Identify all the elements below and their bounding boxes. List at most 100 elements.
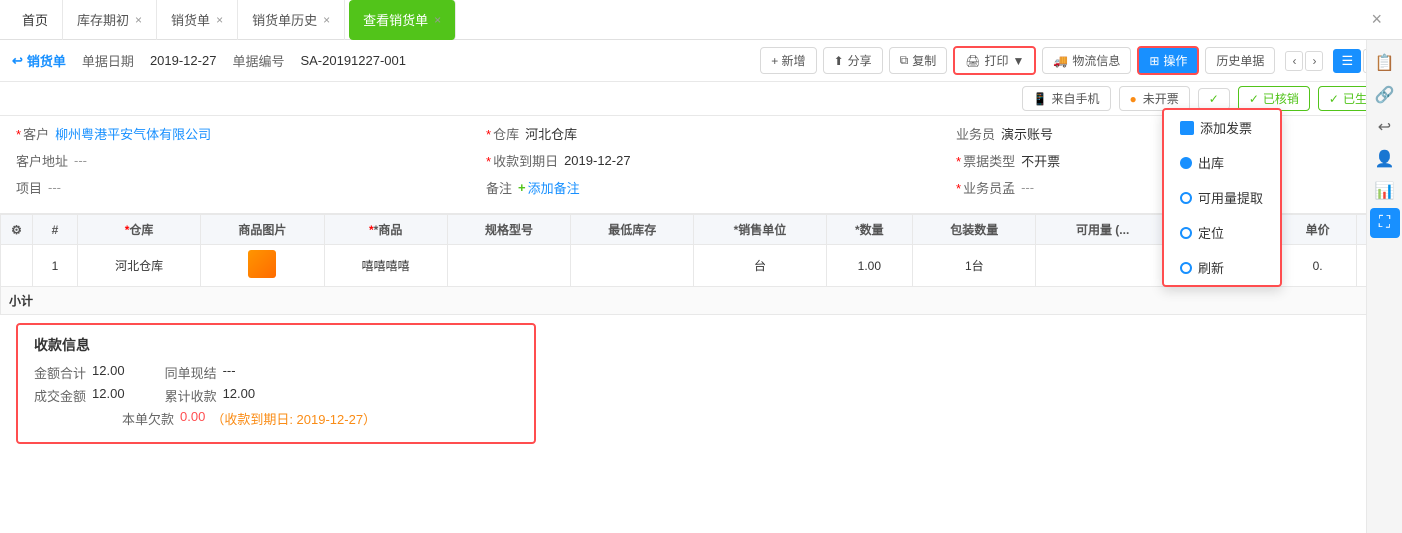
next-record-button[interactable]: › (1305, 51, 1323, 71)
col-warehouse: 仓库 (77, 215, 200, 245)
list-view-button[interactable]: ☰ (1333, 49, 1361, 73)
approved-icon: ✓ (1249, 92, 1259, 106)
payment-info-box: 收款信息 金额合计 12.00 同单现结 --- 成交金额 12.00 累计收款 (16, 323, 536, 444)
tab-bar: 首页 库存期初 × 销货单 × 销货单历史 × 查看销货单 × × (0, 0, 1402, 40)
print-icon: 🖨 (965, 54, 980, 68)
customer-label: 客户 (16, 124, 49, 143)
transaction-amount-label: 成交金额 (34, 386, 86, 405)
from-phone-button[interactable]: 📱 来自手机 (1022, 86, 1111, 111)
staff-label: 业务员 (956, 124, 995, 143)
history-records-button[interactable]: 历史单据 (1205, 47, 1275, 74)
address-field-group: 客户地址 --- (16, 151, 446, 170)
col-spec: 规格型号 (447, 215, 570, 245)
tab-sales-order[interactable]: 销货单 × (157, 0, 238, 40)
current-balance-item: 本单欠款 0.00 （收款到期日: 2019-12-27） (122, 409, 376, 428)
row-pack-qty-cell: 1台 (913, 245, 1036, 287)
add-invoice-icon (1180, 121, 1194, 135)
effective-icon: ✓ (1329, 92, 1339, 106)
subtotal-row: 小计 (1, 287, 1402, 315)
doc-header: ↩ 销货单 单据日期 2019-12-27 单据编号 SA-20191227-0… (0, 40, 1402, 82)
sidebar-doc-icon[interactable]: 📋 (1370, 48, 1400, 78)
doc-meta: 单据日期 2019-12-27 单据编号 SA-20191227-001 (82, 51, 406, 70)
available-qty-icon (1180, 192, 1192, 204)
print-button[interactable]: 🖨 打印 ▼ (953, 46, 1036, 75)
col-pack-qty: 包装数量 (913, 215, 1036, 245)
row-settings-cell (1, 245, 33, 287)
main-area: ↩ 销货单 单据日期 2019-12-27 单据编号 SA-20191227-0… (0, 40, 1402, 533)
available-qty-item[interactable]: 可用量提取 (1164, 180, 1280, 215)
operations-button[interactable]: ⊞ 操作 (1137, 46, 1199, 75)
payment-date-label: 收款到期日 (486, 151, 558, 170)
right-sidebar: 📋 🔗 ↩ 👤 📊 ⛶ (1366, 40, 1402, 533)
close-tab-view-sales-order[interactable]: × (434, 13, 441, 27)
row-unit-price-cell: 0. (1279, 245, 1357, 287)
payment-info-title: 收款信息 (34, 335, 518, 355)
close-tab-inventory-init[interactable]: × (135, 13, 142, 27)
sidebar-return-icon[interactable]: ↩ (1370, 112, 1400, 142)
tab-sales-history[interactable]: 销货单历史 × (238, 0, 345, 40)
project-label: 项目 (16, 178, 42, 197)
row-img-cell (201, 245, 324, 287)
row-min-stock-cell (571, 245, 694, 287)
share-button[interactable]: ⬆ 分享 (823, 47, 883, 74)
phone-icon: 📱 (1033, 92, 1048, 106)
row-spec-cell (447, 245, 570, 287)
locate-item[interactable]: 定位 (1164, 215, 1280, 250)
check-icon-btn[interactable]: ✓ (1198, 88, 1230, 110)
close-tab-sales-order[interactable]: × (216, 13, 223, 27)
add-note-button[interactable]: 添加备注 (518, 178, 580, 197)
logistics-button[interactable]: 🚚 物流信息 (1042, 47, 1131, 74)
sidebar-expand-icon[interactable]: ⛶ (1370, 208, 1400, 238)
window-close-button[interactable]: × (1359, 9, 1394, 30)
transaction-amount-value: 12.00 (92, 386, 125, 405)
sidebar-link-icon[interactable]: 🔗 (1370, 80, 1400, 110)
locate-icon (1180, 227, 1192, 239)
close-tab-sales-history[interactable]: × (323, 13, 330, 27)
project-value: --- (48, 180, 61, 195)
row-num-cell: 1 (33, 245, 78, 287)
product-image (248, 250, 276, 278)
customer-value[interactable]: 柳州粤港平安气体有限公司 (55, 124, 211, 143)
cumulative-payment-label: 累计收款 (165, 386, 217, 405)
ticket-type-value: 不开票 (1021, 151, 1060, 170)
warehouse-field-group: 仓库 河北仓库 (486, 124, 916, 143)
current-balance-value: 0.00 (180, 409, 205, 428)
add-button[interactable]: + 新增 (760, 47, 816, 74)
payment-date-field-group: 收款到期日 2019-12-27 (486, 151, 916, 170)
sidebar-user-icon[interactable]: 👤 (1370, 144, 1400, 174)
payment-info-row-1: 金额合计 12.00 同单现结 --- (34, 363, 518, 382)
due-date-note: （收款到期日: 2019-12-27） (211, 409, 376, 428)
col-sales-unit: *销售单位 (694, 215, 826, 245)
tab-view-sales-order[interactable]: 查看销货单 × (349, 0, 456, 40)
col-min-stock: 最低库存 (571, 215, 694, 245)
sidebar-chart-icon[interactable]: 📊 (1370, 176, 1400, 206)
sales-staff-label: 业务员孟 (956, 178, 1015, 197)
note-label: 备注 (486, 178, 512, 197)
col-num: # (33, 215, 78, 245)
current-balance-label: 本单欠款 (122, 409, 174, 428)
ticket-type-label: 票据类型 (956, 151, 1015, 170)
truck-icon: 🚚 (1053, 54, 1068, 68)
tab-inventory-init[interactable]: 库存期初 × (63, 0, 157, 40)
row-qty-cell: 1.00 (826, 245, 913, 287)
customer-field-group: 客户 柳州粤港平安气体有限公司 (16, 124, 446, 143)
total-amount-label: 金额合计 (34, 363, 86, 382)
doc-number-label: 单据编号 (232, 51, 284, 70)
operations-dropdown: 添加发票 出库 可用量提取 定位 刷新 (1162, 108, 1282, 287)
col-available: 可用量 (... (1036, 215, 1169, 245)
add-invoice-item[interactable]: 添加发票 (1164, 110, 1280, 145)
project-field-group: 项目 --- (16, 178, 446, 197)
tab-home[interactable]: 首页 (8, 0, 63, 40)
copy-button[interactable]: ⧉ 复制 (889, 47, 948, 74)
same-order-settlement-label: 同单现结 (165, 363, 217, 382)
doc-number-value: SA-20191227-001 (300, 53, 406, 68)
address-value: --- (74, 153, 87, 168)
refresh-item[interactable]: 刷新 (1164, 250, 1280, 285)
total-amount-item: 金额合计 12.00 (34, 363, 125, 382)
transaction-amount-item: 成交金额 12.00 (34, 386, 125, 405)
col-settings[interactable]: ⚙ (1, 215, 33, 245)
prev-record-button[interactable]: ‹ (1285, 51, 1303, 71)
outbound-item[interactable]: 出库 (1164, 145, 1280, 180)
payment-info-row-3: 本单欠款 0.00 （收款到期日: 2019-12-27） (34, 409, 518, 428)
copy-icon: ⧉ (900, 53, 909, 68)
